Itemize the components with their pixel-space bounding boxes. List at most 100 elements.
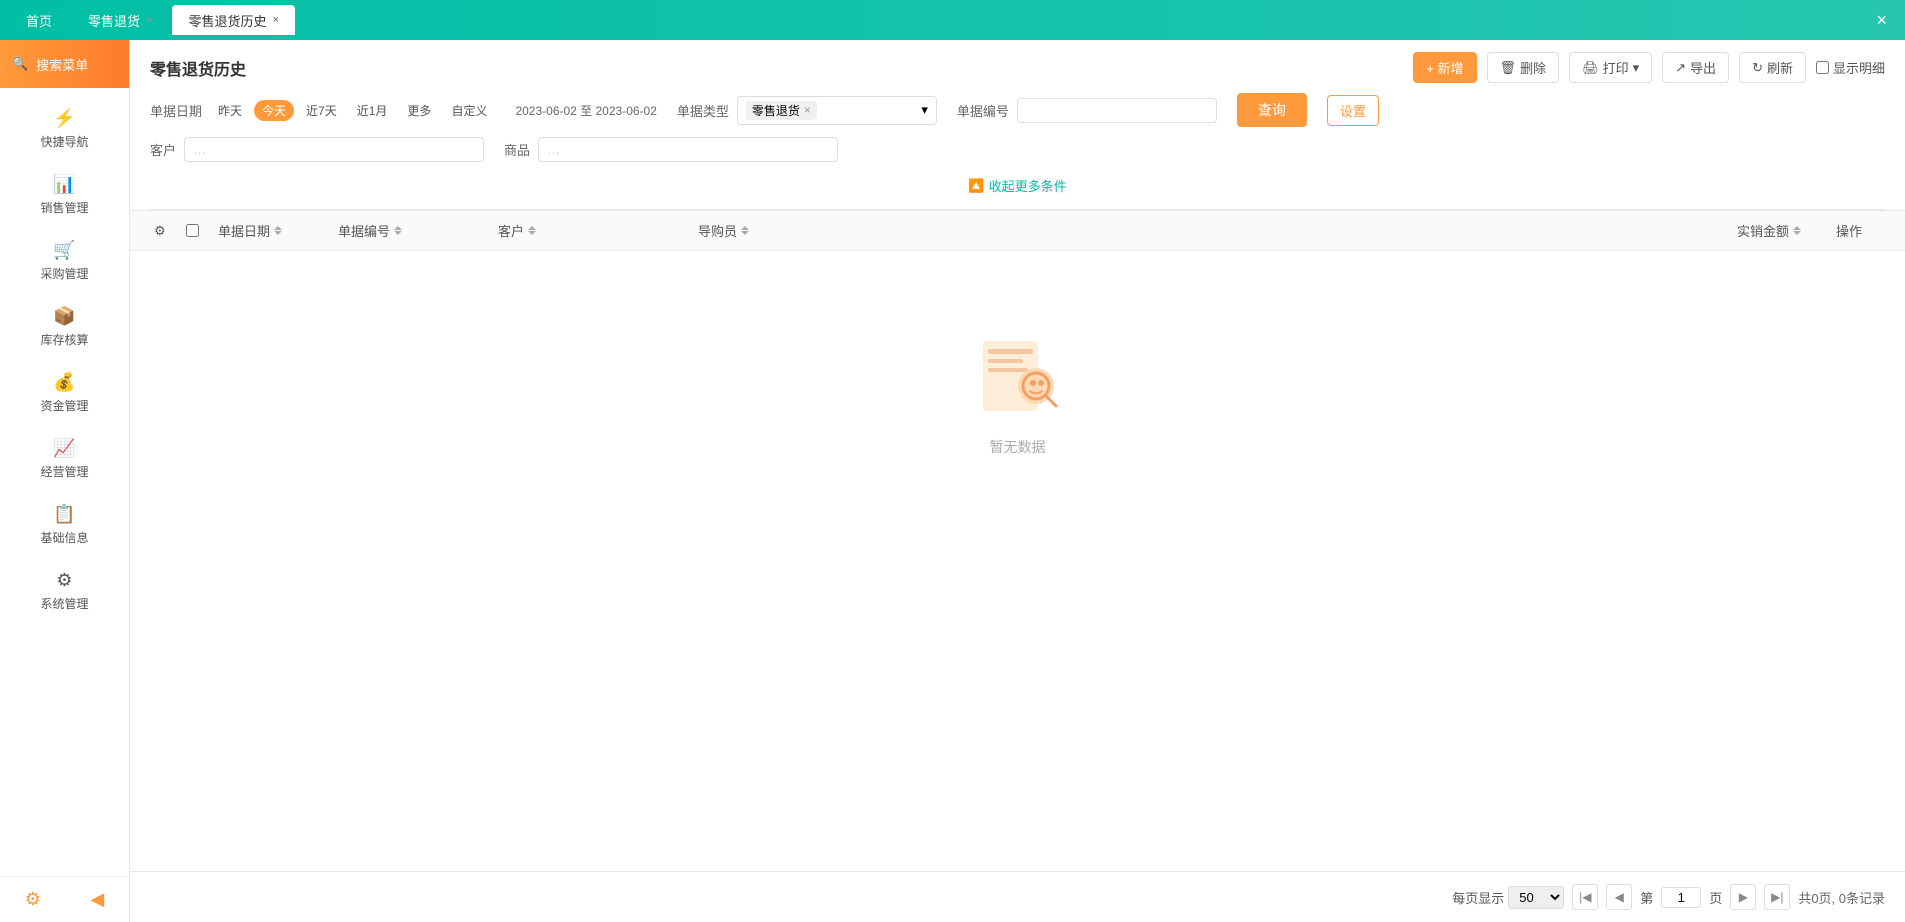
th-date[interactable]: 单据日期	[210, 221, 330, 240]
last-page-button[interactable]: ▶|	[1764, 884, 1790, 910]
print-button[interactable]: 🖨 打印 ▾	[1569, 52, 1652, 83]
sidebar-item-operations[interactable]: 📈 经营管理	[0, 426, 129, 492]
date-opt-today[interactable]: 今天	[254, 100, 294, 121]
setting-button[interactable]: 设置	[1327, 95, 1379, 126]
sidebar-item-operations-label: 经营管理	[40, 463, 88, 480]
sidebar-item-quicknav[interactable]: ⚡ 快捷导航	[0, 96, 129, 162]
tab-retail-return-history[interactable]: 零售退货历史 ×	[172, 5, 294, 35]
sidebar-item-purchase-label: 采购管理	[40, 265, 88, 282]
date-options: 昨天 今天 近7天 近1月 更多 自定义	[210, 100, 495, 121]
goods-select[interactable]: …	[538, 137, 838, 162]
th-number-label: 单据编号	[338, 221, 390, 240]
th-number[interactable]: 单据编号	[330, 221, 490, 240]
show-detail-label: 显示明细	[1833, 58, 1885, 77]
filter-number: 单据编号	[957, 98, 1217, 123]
customer-filter-label: 客户	[150, 140, 176, 159]
amount-sort-down	[1793, 231, 1801, 235]
date-opt-7days[interactable]: 近7天	[298, 100, 345, 121]
new-button[interactable]: + 新增	[1413, 52, 1476, 83]
th-action-label: 操作	[1836, 221, 1862, 240]
type-select[interactable]: 零售退货 × ▾	[737, 96, 937, 125]
select-all-checkbox[interactable]	[186, 224, 199, 237]
print-icon: 🖨	[1582, 60, 1599, 76]
filter-customer: 客户 …	[150, 137, 484, 162]
pagination-bar: 每页显示 20 50 100 |◀ ◀ 第 页 ▶ ▶| 共0页, 0条记录	[130, 871, 1905, 922]
empty-icon	[968, 331, 1068, 421]
guide-sort-icon	[741, 226, 749, 235]
sidebar-item-purchase[interactable]: 🛒 采购管理	[0, 228, 129, 294]
export-button[interactable]: ↗ 导出	[1662, 52, 1729, 83]
export-button-label: 导出	[1690, 58, 1716, 77]
date-sort-up	[274, 226, 282, 230]
filter-area: 单据日期 昨天 今天 近7天 近1月 更多 自定义 2023-06-02 至 2…	[150, 93, 1885, 210]
filter-date-range: 2023-06-02 至 2023-06-02	[515, 102, 656, 119]
delete-button[interactable]: 🗑 删除	[1487, 52, 1560, 83]
page-number-input[interactable]	[1661, 887, 1701, 908]
sales-icon: 📊	[53, 174, 75, 195]
th-checkbox[interactable]	[178, 224, 210, 237]
sidebar-item-sales[interactable]: 📊 销售管理	[0, 162, 129, 228]
export-icon: ↗	[1675, 60, 1686, 76]
tab-retail-return-label: 零售退货	[88, 11, 140, 30]
type-filter-label: 单据类型	[677, 101, 729, 120]
quicknav-icon: ⚡	[53, 108, 75, 129]
collapse-filter-label: 收起更多条件	[989, 176, 1067, 195]
date-filter-label: 单据日期	[150, 101, 202, 120]
tab-retail-return-history-label: 零售退货历史	[188, 11, 266, 30]
th-date-label: 单据日期	[218, 221, 270, 240]
th-amount-label: 实销金额	[1737, 221, 1789, 240]
sidebar-search[interactable]: 🔍 搜索菜单	[0, 40, 129, 88]
tab-list: 首页 零售退货 × 零售退货历史 ×	[10, 5, 1868, 35]
th-guide[interactable]: 导购员	[690, 221, 810, 240]
prev-page-button[interactable]: ◀	[1606, 884, 1632, 910]
next-page-button[interactable]: ▶	[1730, 884, 1756, 910]
page-header: 零售退货历史 + 新增 🗑 删除 🖨 打印 ▾ ↗	[130, 40, 1905, 211]
date-sort-icon	[274, 226, 282, 235]
page-size-select[interactable]: 20 50 100	[1508, 886, 1564, 909]
th-customer[interactable]: 客户	[490, 221, 690, 240]
customer-select[interactable]: …	[184, 137, 484, 162]
customer-placeholder: …	[193, 142, 206, 157]
tab-retail-return-close[interactable]: ×	[146, 14, 152, 26]
settings-footer-icon[interactable]: ⚙	[25, 889, 41, 910]
sidebar-item-inventory[interactable]: 📦 库存核算	[0, 294, 129, 360]
show-detail-checkbox[interactable]	[1816, 61, 1829, 74]
main-layout: 🔍 搜索菜单 ⚡ 快捷导航 📊 销售管理 🛒 采购管理 📦 库存核算 💰	[0, 40, 1905, 922]
inventory-icon: 📦	[53, 306, 75, 327]
delete-button-label: 删除	[1520, 58, 1546, 77]
type-tag-close[interactable]: ×	[804, 103, 811, 117]
tab-retail-return-history-close[interactable]: ×	[272, 14, 278, 26]
filter-date: 单据日期 昨天 今天 近7天 近1月 更多 自定义	[150, 100, 495, 121]
number-input[interactable]	[1017, 98, 1217, 123]
tab-home[interactable]: 首页	[10, 5, 68, 35]
type-tag-label: 零售退货	[752, 102, 800, 119]
show-detail-checkbox-label[interactable]: 显示明细	[1816, 58, 1885, 77]
settings-column-icon: ⚙	[154, 223, 166, 239]
sidebar-footer: ⚙ ◀	[0, 876, 129, 922]
sidebar-item-system[interactable]: ⚙ 系统管理	[0, 558, 129, 624]
amount-sort-icon	[1793, 226, 1801, 235]
th-action: 操作	[1809, 221, 1889, 240]
refresh-button[interactable]: ↻ 刷新	[1739, 52, 1806, 83]
date-opt-more[interactable]: 更多	[399, 100, 439, 121]
refresh-button-label: 刷新	[1767, 58, 1793, 77]
goods-filter-label: 商品	[504, 140, 530, 159]
toolbar: + 新增 🗑 删除 🖨 打印 ▾ ↗ 导出	[1413, 52, 1885, 83]
collapse-filter-button[interactable]: 🔼 收起更多条件	[968, 172, 1066, 199]
delete-icon: 🗑	[1500, 60, 1517, 76]
window-close-button[interactable]: ×	[1868, 10, 1895, 31]
customer-sort-icon	[528, 226, 536, 235]
th-amount[interactable]: 实销金额	[810, 221, 1809, 240]
sidebar-item-basic-info[interactable]: 📋 基础信息	[0, 492, 129, 558]
date-opt-yesterday[interactable]: 昨天	[210, 100, 250, 121]
th-settings[interactable]: ⚙	[146, 223, 178, 239]
collapse-sidebar-icon[interactable]: ◀	[90, 889, 104, 910]
filter-row-2: 客户 … 商品 …	[150, 137, 1885, 162]
table-header: ⚙ 单据日期 单据编号	[130, 211, 1905, 251]
tab-retail-return[interactable]: 零售退货 ×	[72, 5, 168, 35]
first-page-button[interactable]: |◀	[1572, 884, 1598, 910]
sidebar-item-finance[interactable]: 💰 资金管理	[0, 360, 129, 426]
date-opt-custom[interactable]: 自定义	[443, 100, 495, 121]
date-opt-1month[interactable]: 近1月	[349, 100, 396, 121]
query-button[interactable]: 查询	[1237, 93, 1307, 127]
